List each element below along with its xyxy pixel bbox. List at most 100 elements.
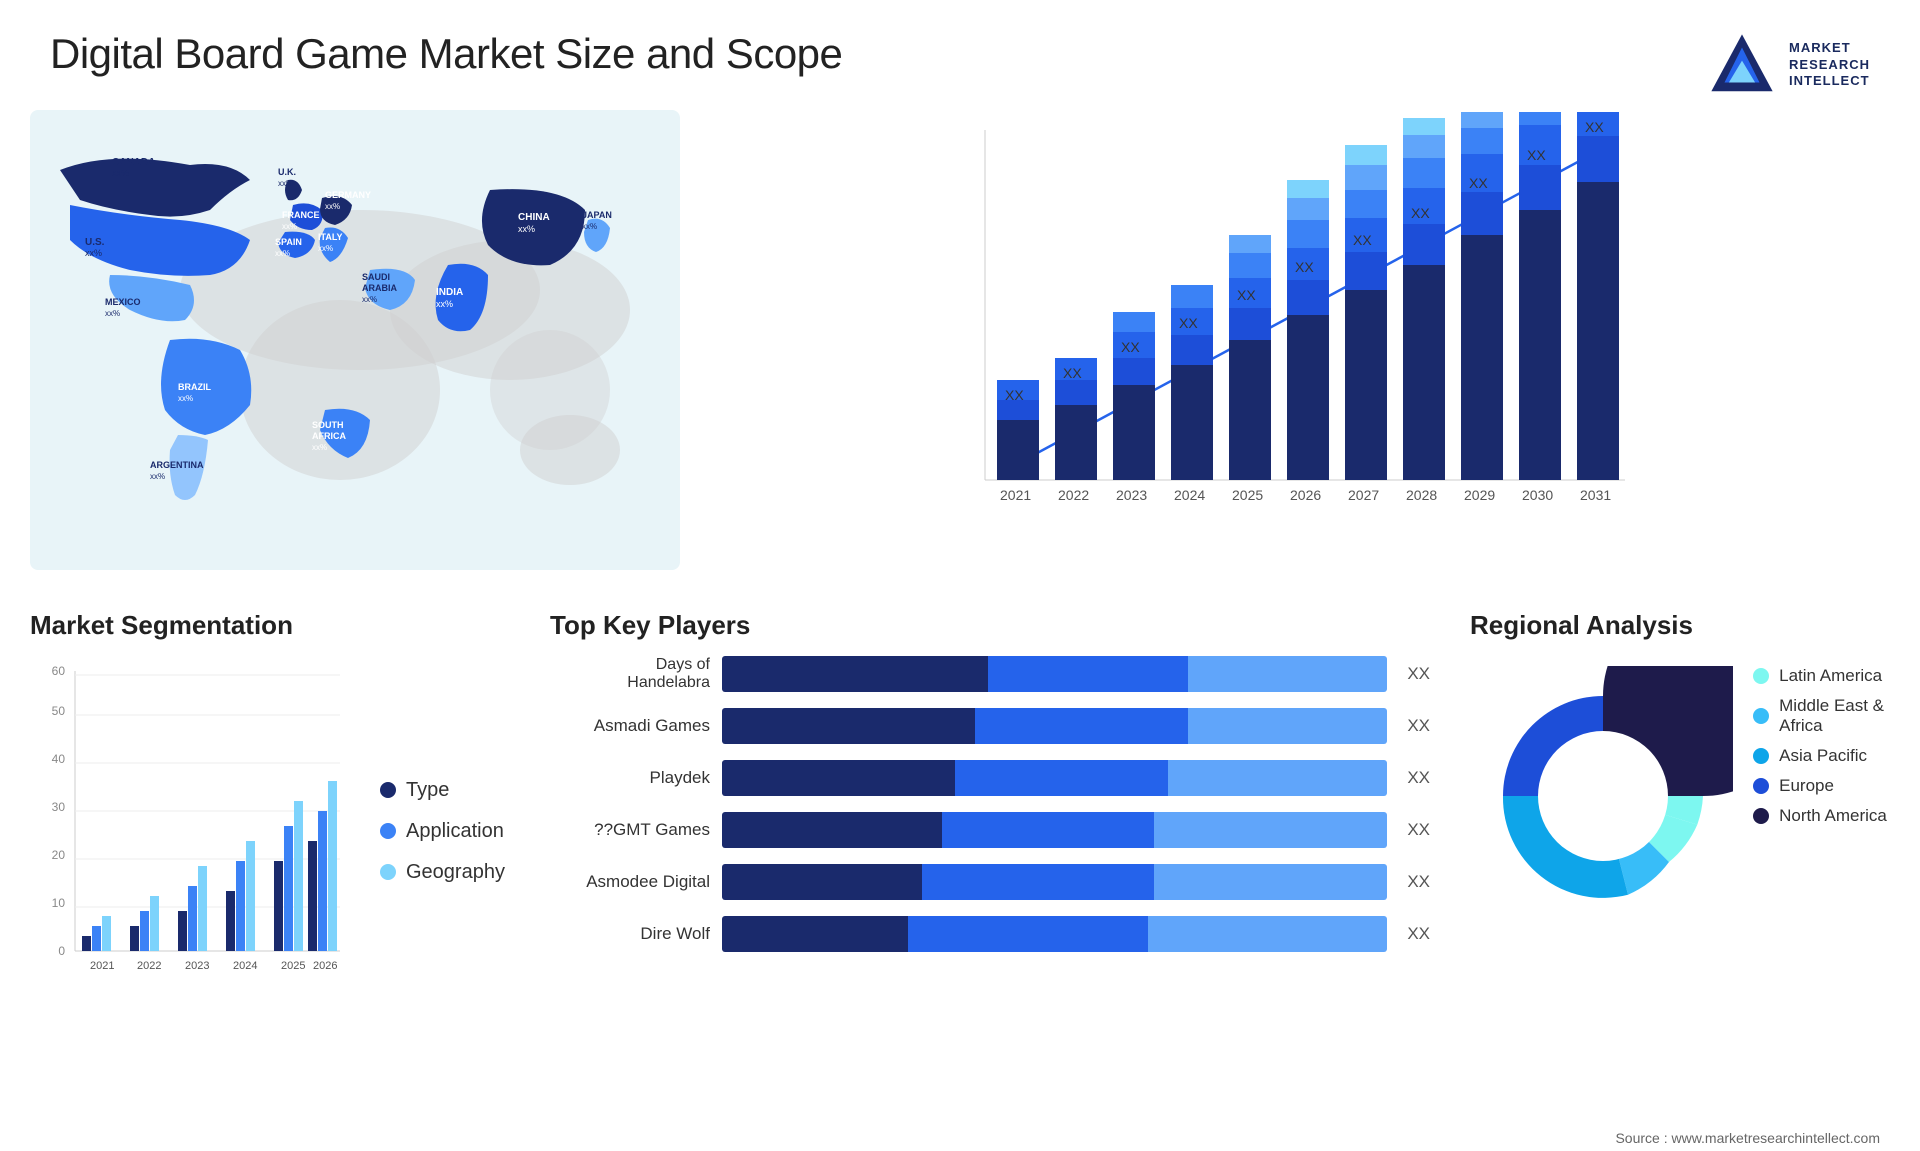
legend-item-application: Application <box>380 820 505 843</box>
svg-text:XX: XX <box>1469 175 1488 191</box>
legend-dot-application <box>380 823 396 839</box>
svg-text:50: 50 <box>52 704 66 718</box>
legend-dot-type <box>380 782 396 798</box>
svg-text:30: 30 <box>52 800 66 814</box>
svg-text:60: 60 <box>52 664 66 678</box>
player-bar-3 <box>722 760 1387 796</box>
svg-text:XX: XX <box>1121 339 1140 355</box>
svg-text:2025: 2025 <box>281 960 305 972</box>
svg-text:xx%: xx% <box>518 224 535 234</box>
reg-dot-latin-america <box>1753 668 1769 684</box>
header: Digital Board Game Market Size and Scope… <box>0 0 1920 110</box>
svg-text:2026: 2026 <box>1290 487 1321 503</box>
player-name-5: Asmodee Digital <box>550 872 710 892</box>
seg-chart-area: 0 10 20 30 40 50 60 2021 <box>30 656 510 1006</box>
svg-text:SOUTH: SOUTH <box>312 420 344 430</box>
seg-legend: Type Application Geography <box>380 779 505 884</box>
legend-item-geography: Geography <box>380 861 505 884</box>
svg-text:xx%: xx% <box>312 443 327 452</box>
reg-dot-north-america <box>1753 808 1769 824</box>
player-name-6: Dire Wolf <box>550 924 710 944</box>
svg-text:xx%: xx% <box>275 249 290 258</box>
svg-text:2022: 2022 <box>137 960 161 972</box>
reg-dot-europe <box>1753 778 1769 794</box>
player-row-4: ??GMT Games XX <box>550 812 1430 848</box>
svg-text:ARGENTINA: ARGENTINA <box>150 460 204 470</box>
svg-text:xx%: xx% <box>278 179 293 188</box>
svg-text:SAUDI: SAUDI <box>362 272 390 282</box>
svg-text:XX: XX <box>1353 232 1372 248</box>
svg-text:2021: 2021 <box>90 960 114 972</box>
segmentation-title: Market Segmentation <box>30 610 510 641</box>
player-bar-2 <box>722 708 1387 744</box>
bar-chart-section: XX 2021 XX 2022 XX 2023 XX 2024 <box>680 110 1890 570</box>
svg-text:40: 40 <box>52 752 66 766</box>
svg-text:xx%: xx% <box>582 222 597 231</box>
player-row-1: Days ofHandelabra XX <box>550 656 1430 692</box>
reg-legend-latin-america: Latin America <box>1753 666 1887 686</box>
main-content: CANADA xx% U.S. xx% MEXICO xx% BRAZIL xx… <box>0 110 1920 590</box>
reg-legend-asia-pacific: Asia Pacific <box>1753 746 1887 766</box>
reg-legend-europe: Europe <box>1753 776 1887 796</box>
svg-text:2021: 2021 <box>1000 487 1031 503</box>
svg-text:XX: XX <box>1063 365 1082 381</box>
svg-text:INDIA: INDIA <box>436 287 463 298</box>
svg-text:ARABIA: ARABIA <box>362 283 397 293</box>
map-section: CANADA xx% U.S. xx% MEXICO xx% BRAZIL xx… <box>30 110 680 570</box>
players-title: Top Key Players <box>550 610 1430 641</box>
source-text: Source : www.marketresearchintellect.com <box>0 1130 1920 1151</box>
svg-text:GERMANY: GERMANY <box>325 190 371 200</box>
player-bar-5 <box>722 864 1387 900</box>
page-title: Digital Board Game Market Size and Scope <box>50 30 842 78</box>
svg-text:xx%: xx% <box>85 248 102 258</box>
svg-text:CANADA: CANADA <box>112 157 155 168</box>
svg-text:xx%: xx% <box>362 295 377 304</box>
player-name-2: Asmadi Games <box>550 716 710 736</box>
players-section: Top Key Players Days ofHandelabra XX Asm… <box>530 610 1450 1120</box>
player-row-2: Asmadi Games XX <box>550 708 1430 744</box>
reg-legend-north-america: North America <box>1753 806 1887 826</box>
svg-text:xx%: xx% <box>325 202 340 211</box>
svg-text:2026: 2026 <box>313 960 337 972</box>
player-row-5: Asmodee Digital XX <box>550 864 1430 900</box>
svg-text:2029: 2029 <box>1464 487 1495 503</box>
svg-text:XX: XX <box>1237 287 1256 303</box>
svg-text:xx%: xx% <box>150 472 165 481</box>
player-row-3: Playdek XX <box>550 760 1430 796</box>
svg-text:xx%: xx% <box>282 222 297 231</box>
player-name-4: ??GMT Games <box>550 820 710 840</box>
svg-text:10: 10 <box>52 896 66 910</box>
reg-legend-middle-east: Middle East &Africa <box>1753 696 1887 736</box>
logo-area: MARKET RESEARCH INTELLECT <box>1707 30 1870 100</box>
svg-text:ITALY: ITALY <box>318 232 343 242</box>
segmentation-section: Market Segmentation 0 10 20 30 40 50 60 <box>30 610 510 1120</box>
svg-text:U.K.: U.K. <box>278 167 296 177</box>
player-name-1: Days ofHandelabra <box>550 656 710 692</box>
regional-title: Regional Analysis <box>1470 610 1890 641</box>
legend-dot-geography <box>380 864 396 880</box>
svg-text:2024: 2024 <box>1174 487 1205 503</box>
svg-text:XX: XX <box>1179 315 1198 331</box>
svg-text:20: 20 <box>52 848 66 862</box>
logo-text: MARKET RESEARCH INTELLECT <box>1789 40 1870 91</box>
regional-row: Latin America Middle East &Africa Asia P… <box>1473 666 1887 926</box>
legend-item-type: Type <box>380 779 505 802</box>
reg-dot-middle-east <box>1753 708 1769 724</box>
svg-text:2023: 2023 <box>185 960 209 972</box>
player-name-3: Playdek <box>550 768 710 788</box>
svg-text:CHINA: CHINA <box>518 212 550 223</box>
svg-text:JAPAN: JAPAN <box>582 210 612 220</box>
world-map-svg: CANADA xx% U.S. xx% MEXICO xx% BRAZIL xx… <box>30 110 680 570</box>
svg-text:2023: 2023 <box>1116 487 1147 503</box>
segmentation-chart: 0 10 20 30 40 50 60 2021 <box>30 656 350 1006</box>
svg-text:xx%: xx% <box>318 244 333 253</box>
svg-text:XX: XX <box>1585 119 1604 135</box>
svg-text:XX: XX <box>1005 387 1024 403</box>
svg-text:xx%: xx% <box>178 394 193 403</box>
regional-legend: Latin America Middle East &Africa Asia P… <box>1753 666 1887 826</box>
svg-text:2030: 2030 <box>1522 487 1553 503</box>
svg-text:FRANCE: FRANCE <box>282 210 320 220</box>
svg-text:xx%: xx% <box>436 299 453 309</box>
svg-text:SPAIN: SPAIN <box>275 237 302 247</box>
svg-text:xx%: xx% <box>105 309 120 318</box>
